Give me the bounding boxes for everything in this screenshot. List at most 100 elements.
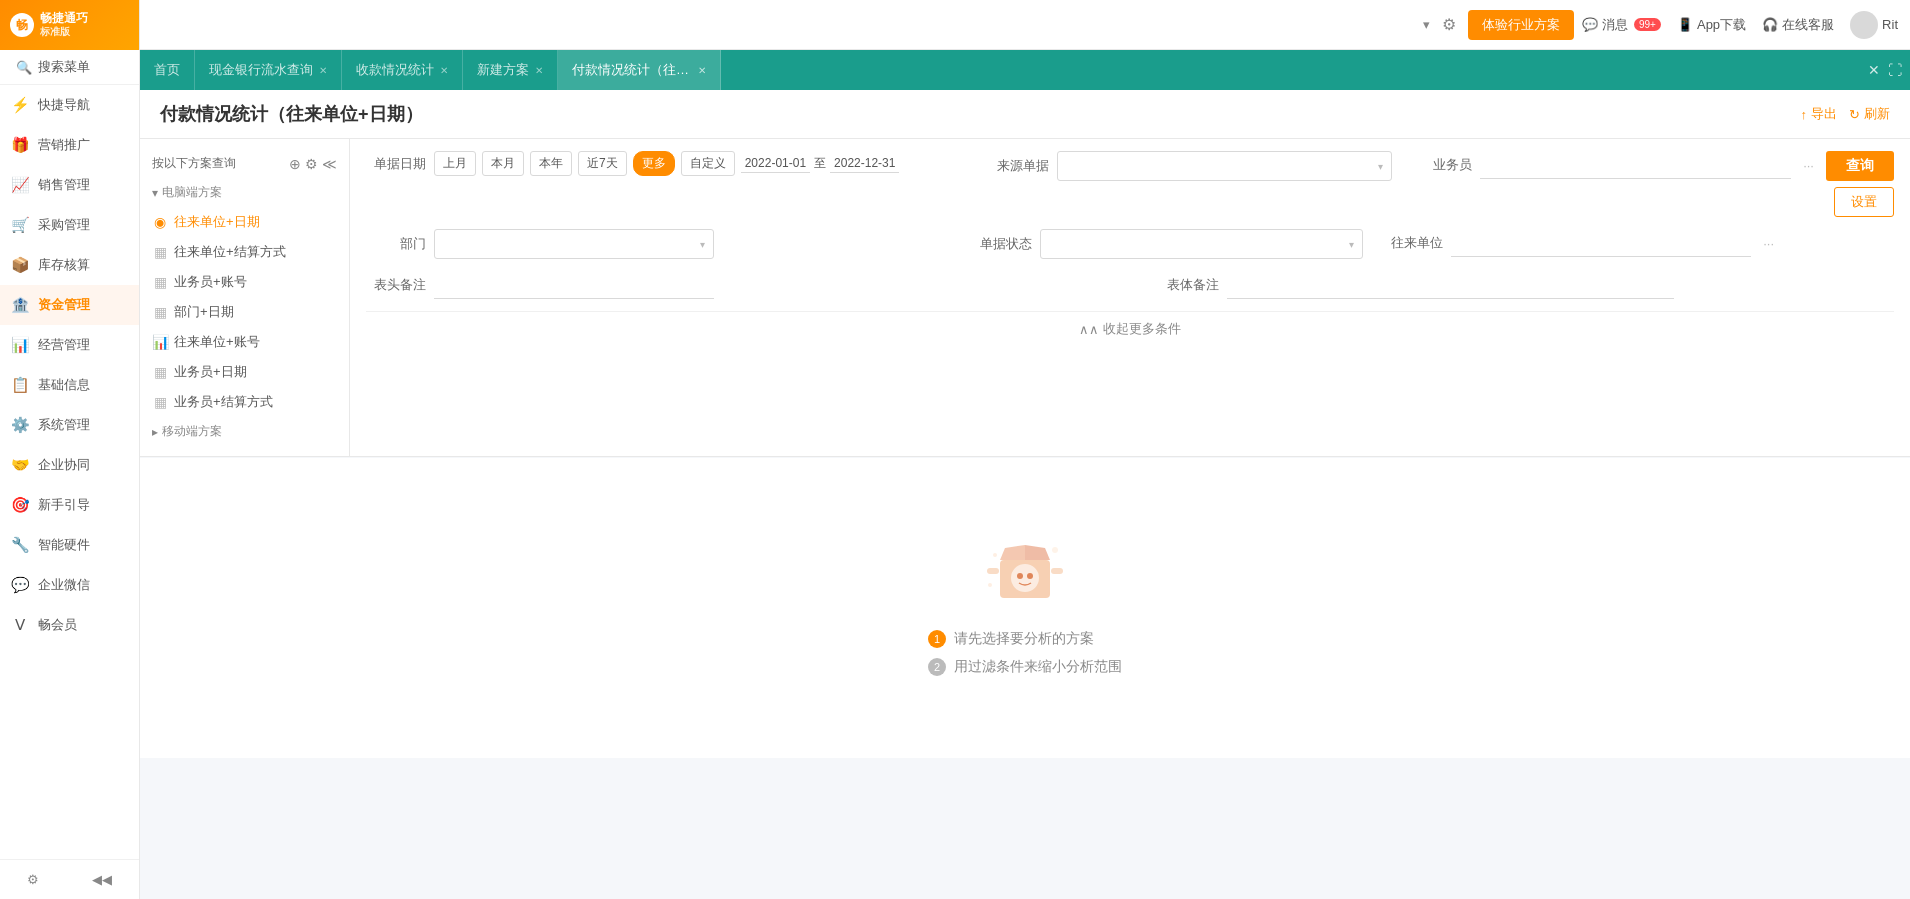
more-btn[interactable]: 更多	[633, 151, 675, 176]
sidebar-item-guide[interactable]: 🎯 新手引导	[0, 485, 139, 525]
voucher-status-select[interactable]: ▾	[1040, 229, 1363, 259]
messages-label: 消息	[1602, 16, 1628, 34]
topbar-right: 💬 消息 99+ 📱 App下载 🎧 在线客服 Rit	[1582, 11, 1898, 39]
scheme-item-label: 业务员+账号	[174, 273, 247, 291]
scheme-item-staff-date[interactable]: ▦ 业务员+日期	[140, 357, 349, 387]
sidebar-item-quick-nav[interactable]: ⚡ 快捷导航	[0, 85, 139, 125]
sidebar-item-basic-info[interactable]: 📋 基础信息	[0, 365, 139, 405]
scheme-item-unit-date[interactable]: ◉ 往来单位+日期	[140, 207, 349, 237]
sidebar-item-label: 企业协同	[38, 456, 90, 474]
sidebar-item-sales[interactable]: 📈 销售管理	[0, 165, 139, 205]
cooperation-icon: 🤝	[10, 455, 30, 475]
sidebar-item-cooperation[interactable]: 🤝 企业协同	[0, 445, 139, 485]
scheme-panel-header: 按以下方案查询 ⊕ ⚙ ≪	[140, 149, 349, 178]
sidebar-item-purchase[interactable]: 🛒 采购管理	[0, 205, 139, 245]
expand-tab-icon[interactable]: ⛶	[1888, 62, 1902, 78]
query-button[interactable]: 查询	[1826, 151, 1894, 181]
user-name: Rit	[1882, 17, 1898, 32]
sidebar-item-wechat[interactable]: 💬 企业微信	[0, 565, 139, 605]
setting-button[interactable]: 设置	[1834, 187, 1894, 217]
empty-illustration	[975, 530, 1075, 610]
staff-more-icon[interactable]: ···	[1803, 158, 1814, 173]
svg-point-4	[1017, 573, 1023, 579]
tab-payment-stats-close-icon[interactable]: ✕	[698, 65, 706, 76]
this-month-btn[interactable]: 本月	[482, 151, 524, 176]
scheme-item-staff-account[interactable]: ▦ 业务员+账号	[140, 267, 349, 297]
add-scheme-icon[interactable]: ⊕	[289, 156, 301, 172]
staff-input[interactable]	[1480, 151, 1791, 179]
sidebar-item-label: 库存核算	[38, 256, 90, 274]
topbar-actions: ▾ ⚙ 体验行业方案	[1423, 10, 1574, 40]
custom-btn[interactable]: 自定义	[681, 151, 735, 176]
wechat-icon: 💬	[10, 575, 30, 595]
tab-bank-flow[interactable]: 现金银行流水查询 ✕	[195, 50, 342, 90]
sidebar-item-marketing[interactable]: 🎁 营销推广	[0, 125, 139, 165]
counterparty-more-icon[interactable]: ···	[1763, 236, 1774, 251]
last-month-btn[interactable]: 上月	[434, 151, 476, 176]
refresh-button[interactable]: ↻ 刷新	[1849, 105, 1890, 123]
tab-home-label: 首页	[154, 61, 180, 79]
counterparty-input[interactable]	[1451, 229, 1751, 257]
voucher-status-chevron-icon: ▾	[1349, 239, 1354, 250]
sidebar-item-inventory[interactable]: 📦 库存核算	[0, 245, 139, 285]
sidebar-item-operation[interactable]: 📊 经营管理	[0, 325, 139, 365]
trial-industry-button[interactable]: 体验行业方案	[1468, 10, 1574, 40]
dept-select[interactable]: ▾	[434, 229, 714, 259]
svg-marker-1	[1000, 545, 1025, 560]
collapse-more-conditions[interactable]: ∧∧ 收起更多条件	[366, 311, 1894, 346]
dept-filter-group: 部门 ▾	[366, 229, 952, 259]
tab-payment-stats[interactable]: 付款情况统计（往来单位+日期） ✕	[558, 50, 721, 90]
this-year-btn[interactable]: 本年	[530, 151, 572, 176]
date-start[interactable]: 2022-01-01	[741, 154, 810, 173]
source-filter-label: 来源单据	[989, 157, 1049, 175]
search-label: 搜索菜单	[38, 58, 90, 76]
date-end[interactable]: 2022-12-31	[830, 154, 899, 173]
sidebar-item-member[interactable]: Ⅴ 畅会员	[0, 605, 139, 645]
sidebar-item-label: 企业微信	[38, 576, 90, 594]
sidebar-item-hardware[interactable]: 🔧 智能硬件	[0, 525, 139, 565]
export-button[interactable]: ↑ 导出	[1801, 105, 1838, 123]
refresh-icon: ↻	[1849, 107, 1860, 122]
tab-new-scheme[interactable]: 新建方案 ✕	[463, 50, 558, 90]
date-separator: 至	[814, 155, 826, 172]
header-note-input[interactable]	[434, 271, 714, 299]
tab-receipt-stats-close-icon[interactable]: ✕	[440, 65, 448, 76]
scheme-item-unit-account[interactable]: 📊 往来单位+账号	[140, 327, 349, 357]
settings-scheme-icon[interactable]: ⚙	[305, 156, 318, 172]
scheme-table3-icon: ▦	[152, 304, 168, 320]
messages-item[interactable]: 💬 消息 99+	[1582, 16, 1661, 34]
scheme-item-unit-settle[interactable]: ▦ 往来单位+结算方式	[140, 237, 349, 267]
dropdown-chevron-icon[interactable]: ▾	[1423, 17, 1430, 32]
collapse-sidebar-btn[interactable]: ◀◀	[84, 868, 120, 891]
user-account-item[interactable]: Rit	[1850, 11, 1898, 39]
body-note-input[interactable]	[1227, 271, 1674, 299]
last-7-days-btn[interactable]: 近7天	[578, 151, 627, 176]
collapse-scheme-icon[interactable]: ≪	[322, 156, 337, 172]
source-select[interactable]: ▾	[1057, 151, 1391, 181]
settings-bottom-btn[interactable]: ⚙	[19, 868, 47, 891]
sidebar-item-label: 快捷导航	[38, 96, 90, 114]
sidebar-item-system[interactable]: ⚙️ 系统管理	[0, 405, 139, 445]
tab-bank-flow-close-icon[interactable]: ✕	[319, 65, 327, 76]
tab-receipt-stats[interactable]: 收款情况统计 ✕	[342, 50, 463, 90]
close-tab-icon[interactable]: ✕	[1868, 62, 1880, 78]
app-subtitle: 标准版	[40, 25, 88, 39]
settings-gear-icon[interactable]: ⚙	[1442, 15, 1456, 34]
sidebar-item-fund[interactable]: 🏦 资金管理	[0, 285, 139, 325]
source-filter-group: 来源单据 ▾	[989, 151, 1391, 181]
sidebar-header: 畅 畅捷通巧 标准版	[0, 0, 139, 50]
scheme-item-staff-settle[interactable]: ▦ 业务员+结算方式	[140, 387, 349, 417]
tab-home[interactable]: 首页	[140, 50, 195, 90]
sales-icon: 📈	[10, 175, 30, 195]
app-download-item[interactable]: 📱 App下载	[1677, 16, 1746, 34]
scheme-item-dept-date[interactable]: ▦ 部门+日期	[140, 297, 349, 327]
search-icon: 🔍	[16, 60, 32, 75]
online-service-item[interactable]: 🎧 在线客服	[1762, 16, 1834, 34]
filter-row-1: 单据日期 上月 本月 本年 近7天 更多 自定义 2022-01-01 至 20	[366, 151, 1894, 217]
fund-icon: 🏦	[10, 295, 30, 315]
sidebar-item-label: 采购管理	[38, 216, 90, 234]
search-menu-item[interactable]: 🔍 搜索菜单	[0, 50, 139, 85]
tab-new-scheme-close-icon[interactable]: ✕	[535, 65, 543, 76]
scheme-item-label: 业务员+结算方式	[174, 393, 273, 411]
scheme-panel-title: 按以下方案查询	[152, 155, 236, 172]
